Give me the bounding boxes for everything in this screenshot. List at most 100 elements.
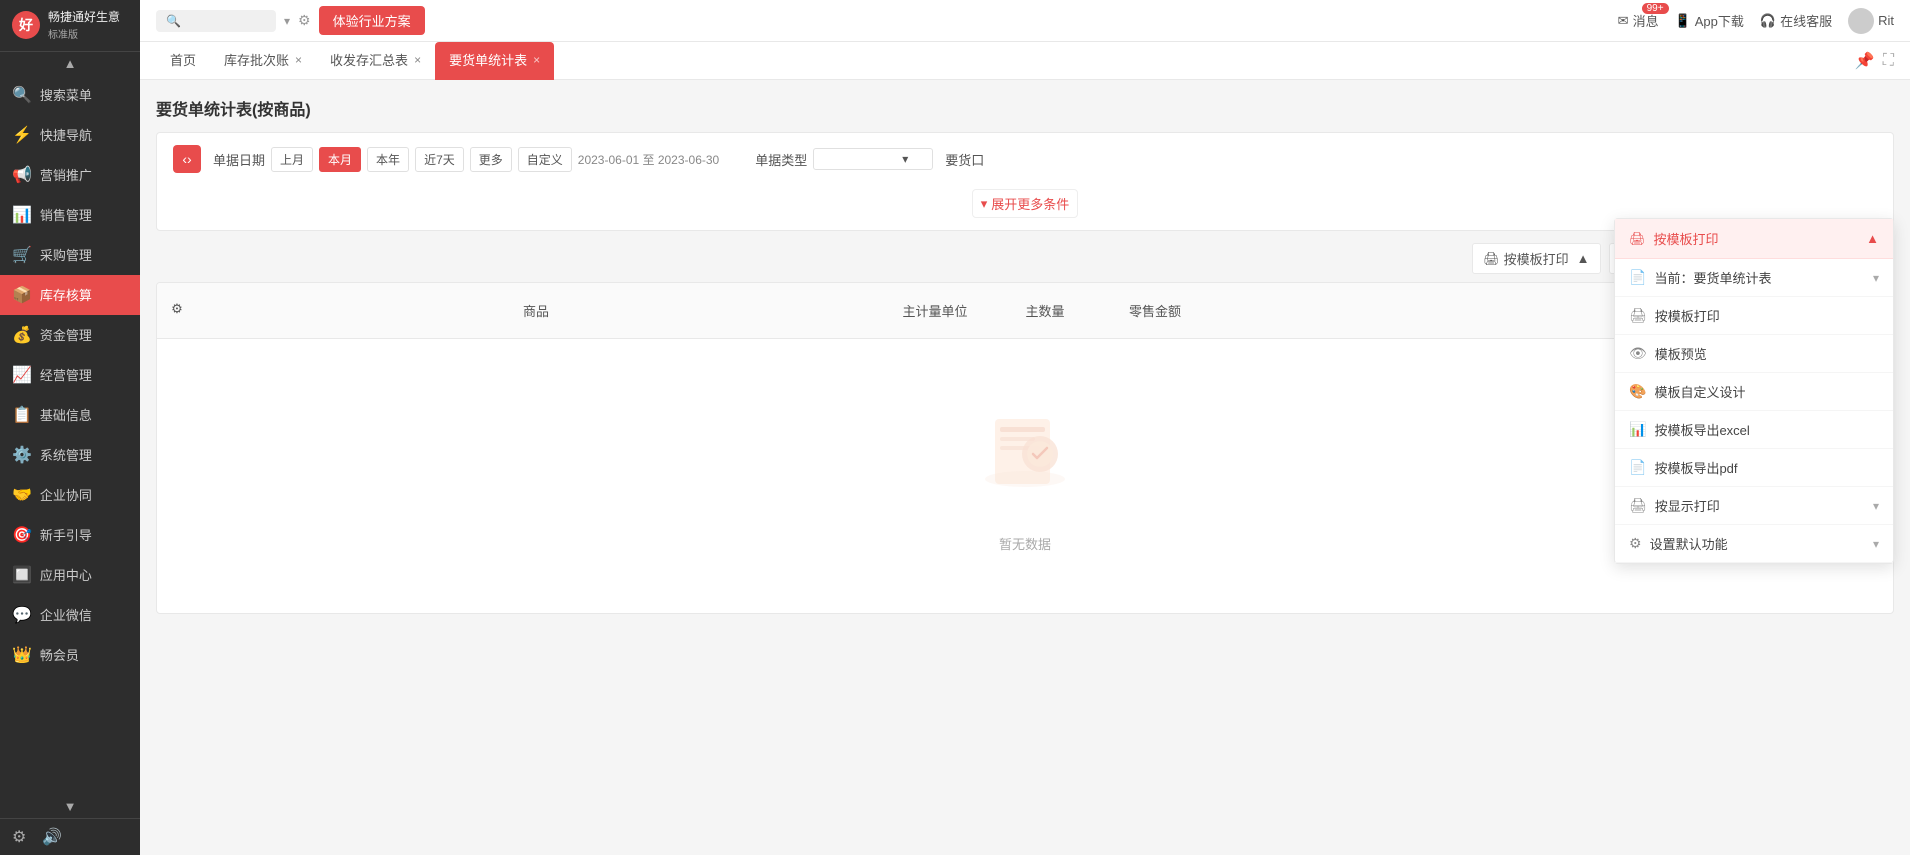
topbar-app-download[interactable]: 📱 App下载 xyxy=(1675,11,1744,30)
sidebar-item-label-inventory: 库存核算 xyxy=(40,285,92,304)
template-excel-item[interactable]: 📊 按模板导出excel xyxy=(1615,411,1893,449)
sidebar-item-system[interactable]: ⚙️ 系统管理 xyxy=(0,435,140,475)
collab-icon: 🤝 xyxy=(12,485,32,505)
tab-batch-close[interactable]: × xyxy=(295,53,302,67)
date-btn-this-year[interactable]: 本年 xyxy=(367,147,409,172)
tab-receivable-close[interactable]: × xyxy=(414,53,421,67)
sidebar-item-label-basic: 基础信息 xyxy=(40,405,92,424)
sales-icon: 📊 xyxy=(12,205,32,225)
topbar-messages[interactable]: ✉ 消息 99+ xyxy=(1618,11,1659,30)
default-func-left: ⚙ 设置默认功能 xyxy=(1629,534,1728,553)
dropdown-close-arrow[interactable]: ▲ xyxy=(1866,231,1879,246)
date-label: 单据日期 xyxy=(213,150,265,169)
topbar-gear-icon[interactable]: ⚙ xyxy=(298,12,311,29)
dropdown-title: 按模板打印 xyxy=(1654,229,1719,248)
template-preview-item[interactable]: 👁 模板预览 xyxy=(1615,335,1893,373)
sidebar-item-collab[interactable]: 🤝 企业协同 xyxy=(0,475,140,515)
sidebar-item-label-apps: 应用中心 xyxy=(40,565,92,584)
topbar-search-box[interactable]: 🔍 xyxy=(156,10,276,32)
sidebar-nav: 🔍 搜索菜单 ⚡ 快捷导航 📢 营销推广 📊 销售管理 🛒 采购管理 📦 库存核… xyxy=(0,75,140,795)
order-type-filter: 要货口 xyxy=(945,150,984,169)
sidebar-scroll-up[interactable]: ▲ xyxy=(0,52,140,75)
tab-receivable[interactable]: 收发存汇总表 × xyxy=(316,42,435,80)
tab-order-stats-label: 要货单统计表 xyxy=(449,50,527,69)
tab-batch[interactable]: 库存批次账 × xyxy=(210,42,316,80)
col-quantity: 主数量 xyxy=(995,293,1095,328)
apps-icon: 🔲 xyxy=(12,565,32,585)
sound-icon[interactable]: 🔊 xyxy=(42,827,62,847)
tab-expand-icon[interactable]: ⛶ xyxy=(1883,52,1894,70)
display-print-item[interactable]: 🖨 按显示打印 ▾ xyxy=(1615,487,1893,525)
sidebar-item-label-quicknav: 快捷导航 xyxy=(40,125,92,144)
print-dropdown: 🖨 按模板打印 ▲ 📄 当前：要货单统计表 ▾ 🖨 按模板打印 👁 模板预览 xyxy=(1614,218,1894,564)
main-area: 🔍 ▾ ⚙ 体验行业方案 ✉ 消息 99+ 📱 App下载 🎧 在线客服 xyxy=(140,0,1910,855)
message-icon: ✉ xyxy=(1618,13,1629,29)
sidebar-item-label-sales: 销售管理 xyxy=(40,205,92,224)
settings-icon[interactable]: ⚙ xyxy=(12,827,26,847)
sidebar-logo: 好 畅捷通好生意 标准版 xyxy=(0,0,140,52)
default-func-item[interactable]: ⚙ 设置默认功能 ▾ xyxy=(1615,525,1893,563)
trial-button[interactable]: 体验行业方案 xyxy=(319,6,425,35)
tab-pin-icon[interactable]: 📌 xyxy=(1855,51,1875,71)
type-select[interactable]: ▾ xyxy=(813,148,933,170)
sidebar-item-purchase[interactable]: 🛒 采购管理 xyxy=(0,235,140,275)
date-btn-last-month[interactable]: 上月 xyxy=(271,147,313,172)
expand-label: 展开更多条件 xyxy=(991,194,1069,213)
default-func-arrow: ▾ xyxy=(1873,537,1879,551)
sidebar-item-marketing[interactable]: 📢 营销推广 xyxy=(0,155,140,195)
sidebar-item-finance[interactable]: 💰 资金管理 xyxy=(0,315,140,355)
tab-bar-right: 📌 ⛶ xyxy=(1855,51,1894,71)
sidebar-item-label-guide: 新手引导 xyxy=(40,525,92,544)
tab-bar: 首页 库存批次账 × 收发存汇总表 × 要货单统计表 × 📌 ⛶ xyxy=(140,42,1910,80)
print-btn-area[interactable]: 🖨 按模板打印 ▲ xyxy=(1472,243,1600,274)
sidebar-item-label-marketing: 营销推广 xyxy=(40,165,92,184)
sidebar-item-apps[interactable]: 🔲 应用中心 xyxy=(0,555,140,595)
date-btn-custom[interactable]: 自定义 xyxy=(518,147,572,172)
page-content: 要货单统计表(按商品) ‹› 单据日期 上月 本月 本年 近7天 更多 自定义 … xyxy=(140,80,1910,855)
sidebar: 好 畅捷通好生意 标准版 ▲ 🔍 搜索菜单 ⚡ 快捷导航 📢 营销推广 📊 销售… xyxy=(0,0,140,855)
topbar-online-service[interactable]: 🎧 在线客服 xyxy=(1760,11,1832,30)
messages-badge: 99+ xyxy=(1642,3,1669,14)
tab-batch-label: 库存批次账 xyxy=(224,50,289,69)
dropdown-printer-icon: 🖨 xyxy=(1629,231,1646,247)
template-print-item[interactable]: 🖨 按模板打印 xyxy=(1615,297,1893,335)
inventory-icon: 📦 xyxy=(12,285,32,305)
type-select-arrow: ▾ xyxy=(902,152,908,166)
print-btn-label: 按模板打印 xyxy=(1504,249,1569,268)
tab-order-stats-close[interactable]: × xyxy=(533,53,540,67)
sidebar-item-label-member: 畅会员 xyxy=(40,645,79,664)
filter-expand-btn[interactable]: ▾ 展开更多条件 xyxy=(972,189,1079,218)
display-print-left: 🖨 按显示打印 xyxy=(1629,496,1720,515)
topbar-right: ✉ 消息 99+ 📱 App下载 🎧 在线客服 Rit xyxy=(1618,8,1894,34)
empty-icon xyxy=(965,399,1085,518)
current-template-icon: 📄 xyxy=(1629,269,1646,286)
date-btn-7days[interactable]: 近7天 xyxy=(415,147,464,172)
filter-collapse-btn[interactable]: ‹› xyxy=(173,145,201,173)
sidebar-item-guide[interactable]: 🎯 新手引导 xyxy=(0,515,140,555)
sidebar-item-operation[interactable]: 📈 经营管理 xyxy=(0,355,140,395)
sidebar-scroll-down[interactable]: ▼ xyxy=(0,795,140,818)
topbar-user[interactable]: Rit xyxy=(1848,8,1894,34)
topbar-dropdown-icon[interactable]: ▾ xyxy=(284,14,290,28)
sidebar-item-inventory[interactable]: 📦 库存核算 xyxy=(0,275,140,315)
tab-home[interactable]: 首页 xyxy=(156,42,210,80)
print-dropdown-arrow: ▲ xyxy=(1577,251,1590,266)
current-template-item[interactable]: 📄 当前：要货单统计表 ▾ xyxy=(1615,259,1893,297)
date-btn-more[interactable]: 更多 xyxy=(470,147,512,172)
order-type-label: 要货口 xyxy=(945,150,984,169)
sidebar-item-member[interactable]: 👑 畅会员 xyxy=(0,635,140,675)
template-custom-item[interactable]: 🎨 模板自定义设计 xyxy=(1615,373,1893,411)
display-print-arrow: ▾ xyxy=(1873,499,1879,513)
sidebar-item-label-system: 系统管理 xyxy=(40,445,92,464)
template-pdf-item[interactable]: 📄 按模板导出pdf xyxy=(1615,449,1893,487)
sidebar-item-quicknav[interactable]: ⚡ 快捷导航 xyxy=(0,115,140,155)
sidebar-item-sales[interactable]: 📊 销售管理 xyxy=(0,195,140,235)
tab-order-stats[interactable]: 要货单统计表 × xyxy=(435,42,554,80)
app-name: 畅捷通好生意 xyxy=(48,10,120,26)
sidebar-item-weixin[interactable]: 💬 企业微信 xyxy=(0,595,140,635)
date-btn-this-month[interactable]: 本月 xyxy=(319,147,361,172)
sidebar-item-basic[interactable]: 📋 基础信息 xyxy=(0,395,140,435)
col-settings[interactable]: ⚙ xyxy=(157,293,197,328)
member-icon: 👑 xyxy=(12,645,32,665)
sidebar-item-search[interactable]: 🔍 搜索菜单 xyxy=(0,75,140,115)
